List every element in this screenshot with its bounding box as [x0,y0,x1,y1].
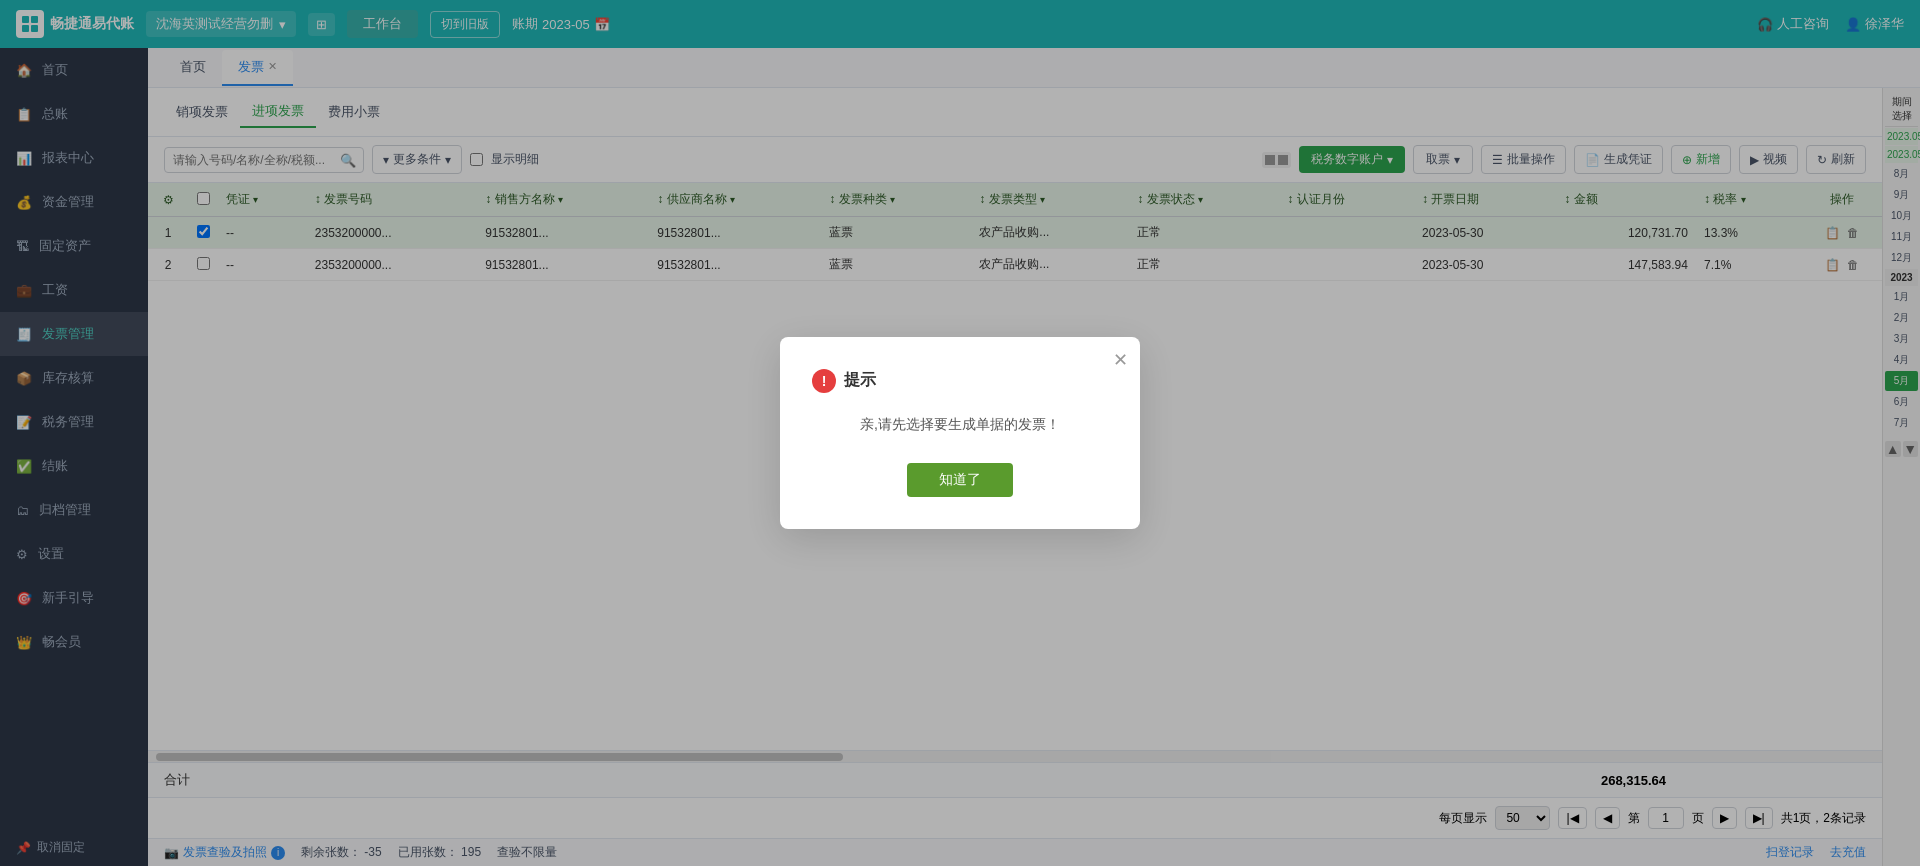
modal-dialog: ✕ ! 提示 亲,请先选择要生成单据的发票！ 知道了 [780,337,1140,529]
modal-warning-icon: ! [812,369,836,393]
modal-title: 提示 [844,370,876,391]
modal-footer: 知道了 [812,463,1108,497]
modal-message: 亲,请先选择要生成单据的发票！ [812,413,1108,435]
modal-title-area: ! 提示 [812,369,1108,393]
modal-overlay[interactable]: ✕ ! 提示 亲,请先选择要生成单据的发票！ 知道了 [0,0,1920,866]
modal-ok-button[interactable]: 知道了 [907,463,1013,497]
modal-close-button[interactable]: ✕ [1113,349,1128,371]
